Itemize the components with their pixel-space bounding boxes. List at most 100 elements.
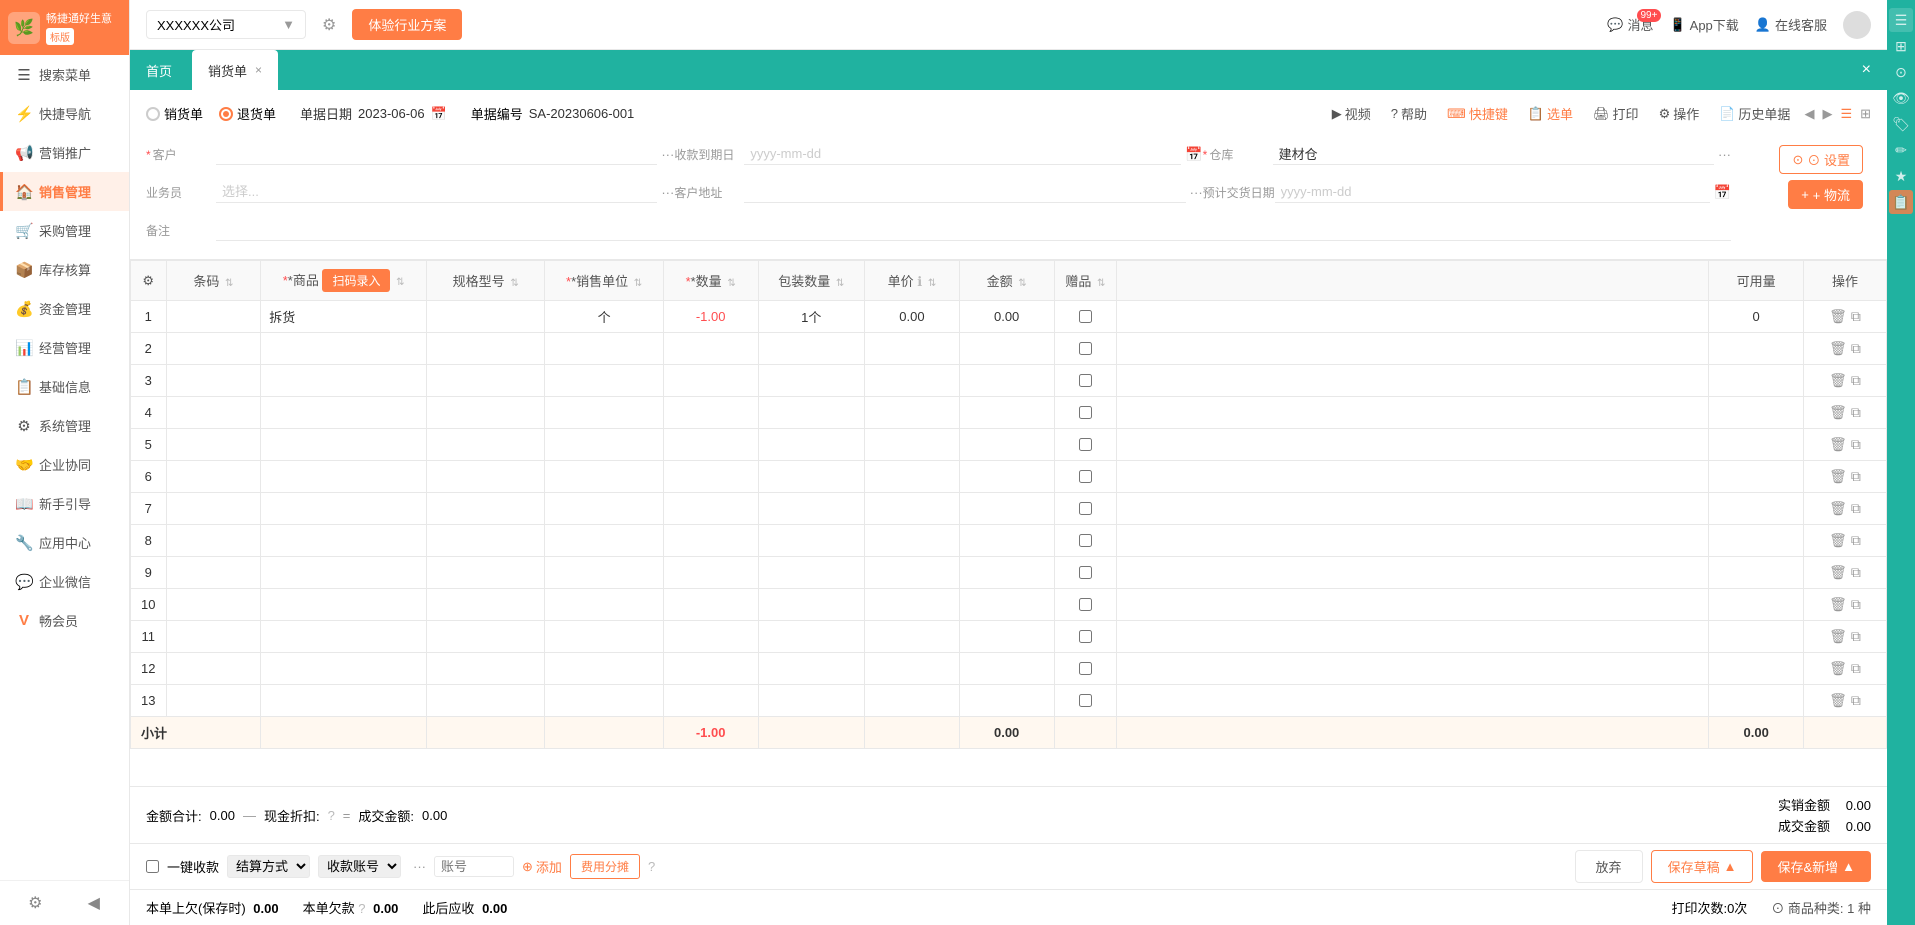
cell-spec-3[interactable] — [427, 397, 545, 429]
tab-home[interactable]: 首页 — [130, 50, 188, 90]
cell-product-4[interactable] — [261, 429, 427, 461]
cell-pkg-qty-2[interactable] — [758, 365, 865, 397]
expected-date-calendar-icon[interactable]: 📅 — [1714, 184, 1731, 201]
cell-product-12[interactable] — [261, 685, 427, 717]
price-info-icon[interactable]: ℹ — [917, 274, 922, 289]
video-btn[interactable]: ▶ 视频 — [1326, 102, 1377, 125]
cell-qty-9[interactable] — [663, 589, 758, 621]
cell-unit-4[interactable] — [545, 429, 663, 461]
grid-view-btn[interactable]: ☰ — [1840, 106, 1852, 122]
sidebar-item-system[interactable]: ⚙ 系统管理 — [0, 406, 129, 445]
sidebar-item-marketing[interactable]: 📢 营销推广 — [0, 133, 129, 172]
cell-qty-10[interactable] — [663, 621, 758, 653]
copy-row-icon[interactable]: ⧉ — [1851, 692, 1861, 709]
customer-addr-input[interactable] — [744, 181, 1185, 203]
logistics-btn[interactable]: + + 物流 — [1788, 180, 1863, 209]
message-btn[interactable]: 💬 消息 99+ — [1607, 15, 1653, 34]
delete-row-icon[interactable]: 🗑 — [1829, 692, 1847, 709]
copy-row-icon[interactable]: ⧉ — [1851, 308, 1861, 325]
cell-amount-6[interactable] — [959, 493, 1054, 525]
sidebar-item-membership[interactable]: V 畅会员 — [0, 601, 129, 640]
copy-row-icon[interactable]: ⧉ — [1851, 564, 1861, 581]
cell-product-10[interactable] — [261, 621, 427, 653]
account-dots[interactable]: ··· — [413, 859, 426, 874]
cell-pkg-qty-12[interactable] — [758, 685, 865, 717]
cell-amount-5[interactable] — [959, 461, 1054, 493]
cell-price-6[interactable] — [865, 493, 960, 525]
cell-price-12[interactable] — [865, 685, 960, 717]
select-order-btn[interactable]: 📋 选单 — [1522, 102, 1579, 125]
cell-unit-8[interactable] — [545, 557, 663, 589]
cell-qty-0[interactable]: -1.00 — [663, 301, 758, 333]
cell-product-8[interactable] — [261, 557, 427, 589]
sidebar-item-app-center[interactable]: 🔧 应用中心 — [0, 523, 129, 562]
delete-row-icon[interactable]: 🗑 — [1829, 372, 1847, 389]
copy-row-icon[interactable]: ⧉ — [1851, 436, 1861, 453]
operate-btn[interactable]: ⚙ 操作 — [1653, 102, 1706, 125]
sidebar-item-search[interactable]: ☰ 搜索菜单 — [0, 55, 129, 94]
expense-help-icon[interactable]: ? — [648, 859, 655, 874]
cell-gift-4[interactable] — [1054, 429, 1117, 461]
cell-pkg-qty-11[interactable] — [758, 653, 865, 685]
qty-sort-icon[interactable]: ⇅ — [727, 278, 735, 289]
cell-price-11[interactable] — [865, 653, 960, 685]
cell-amount-9[interactable] — [959, 589, 1054, 621]
prev-btn[interactable]: ◀ — [1804, 106, 1814, 122]
cell-amount-12[interactable] — [959, 685, 1054, 717]
cell-pkg-qty-6[interactable] — [758, 493, 865, 525]
warehouse-input[interactable] — [1273, 143, 1714, 165]
online-service-btn[interactable]: 👤 在线客服 — [1755, 15, 1827, 34]
copy-row-icon[interactable]: ⧉ — [1851, 628, 1861, 645]
sidebar-item-purchase[interactable]: 🛒 采购管理 — [0, 211, 129, 250]
cell-spec-9[interactable] — [427, 589, 545, 621]
cell-barcode-2[interactable] — [166, 365, 261, 397]
cell-product-7[interactable] — [261, 525, 427, 557]
cell-pkg-qty-10[interactable] — [758, 621, 865, 653]
cell-gift-8[interactable] — [1054, 557, 1117, 589]
cell-unit-12[interactable] — [545, 685, 663, 717]
trial-btn[interactable]: 体验行业方案 — [352, 9, 462, 40]
settings-gear-btn[interactable]: ⚙ — [318, 11, 340, 39]
save-new-btn[interactable]: 保存&新增 ▲ — [1761, 851, 1871, 882]
delete-row-icon[interactable]: 🗑 — [1829, 660, 1847, 677]
cell-barcode-1[interactable] — [166, 333, 261, 365]
save-draft-btn[interactable]: 保存草稿 ▲ — [1651, 850, 1754, 883]
cell-barcode-8[interactable] — [166, 557, 261, 589]
delete-row-icon[interactable]: 🗑 — [1829, 596, 1847, 613]
sidebar-item-inventory[interactable]: 📦 库存核算 — [0, 250, 129, 289]
delete-row-icon[interactable]: 🗑 — [1829, 628, 1847, 645]
cell-barcode-0[interactable] — [166, 301, 261, 333]
cell-gift-11[interactable] — [1054, 653, 1117, 685]
copy-row-icon[interactable]: ⧉ — [1851, 404, 1861, 421]
cell-amount-3[interactable] — [959, 397, 1054, 429]
salesperson-input[interactable] — [216, 181, 657, 203]
cell-qty-11[interactable] — [663, 653, 758, 685]
cell-qty-6[interactable] — [663, 493, 758, 525]
cell-gift-0[interactable] — [1054, 301, 1117, 333]
tab-close-icon[interactable]: × — [255, 63, 262, 77]
copy-row-icon[interactable]: ⧉ — [1851, 500, 1861, 517]
right-panel-grid-icon[interactable]: ⊞ — [1889, 34, 1913, 58]
cell-pkg-qty-3[interactable] — [758, 397, 865, 429]
due-date-input[interactable] — [744, 143, 1181, 165]
cell-price-9[interactable] — [865, 589, 960, 621]
scan-btn[interactable]: 扫码录入 — [322, 269, 390, 292]
print-btn[interactable]: 🖨 打印 — [1587, 102, 1645, 125]
cell-qty-1[interactable] — [663, 333, 758, 365]
cell-qty-3[interactable] — [663, 397, 758, 429]
right-panel-star-icon[interactable]: ★ — [1889, 164, 1913, 188]
cell-unit-3[interactable] — [545, 397, 663, 429]
right-panel-eye-icon[interactable]: 👁 — [1889, 86, 1913, 110]
delete-row-icon[interactable]: 🗑 — [1829, 468, 1847, 485]
cell-unit-10[interactable] — [545, 621, 663, 653]
cell-amount-11[interactable] — [959, 653, 1054, 685]
cell-price-8[interactable] — [865, 557, 960, 589]
radio-sale-order[interactable]: 销货单 — [146, 104, 203, 123]
cell-price-4[interactable] — [865, 429, 960, 461]
cell-unit-11[interactable] — [545, 653, 663, 685]
draft-dropdown-icon[interactable]: ▲ — [1724, 859, 1737, 874]
cell-unit-5[interactable] — [545, 461, 663, 493]
cell-amount-0[interactable]: 0.00 — [959, 301, 1054, 333]
cell-product-6[interactable] — [261, 493, 427, 525]
spec-sort-icon[interactable]: ⇅ — [510, 278, 518, 289]
